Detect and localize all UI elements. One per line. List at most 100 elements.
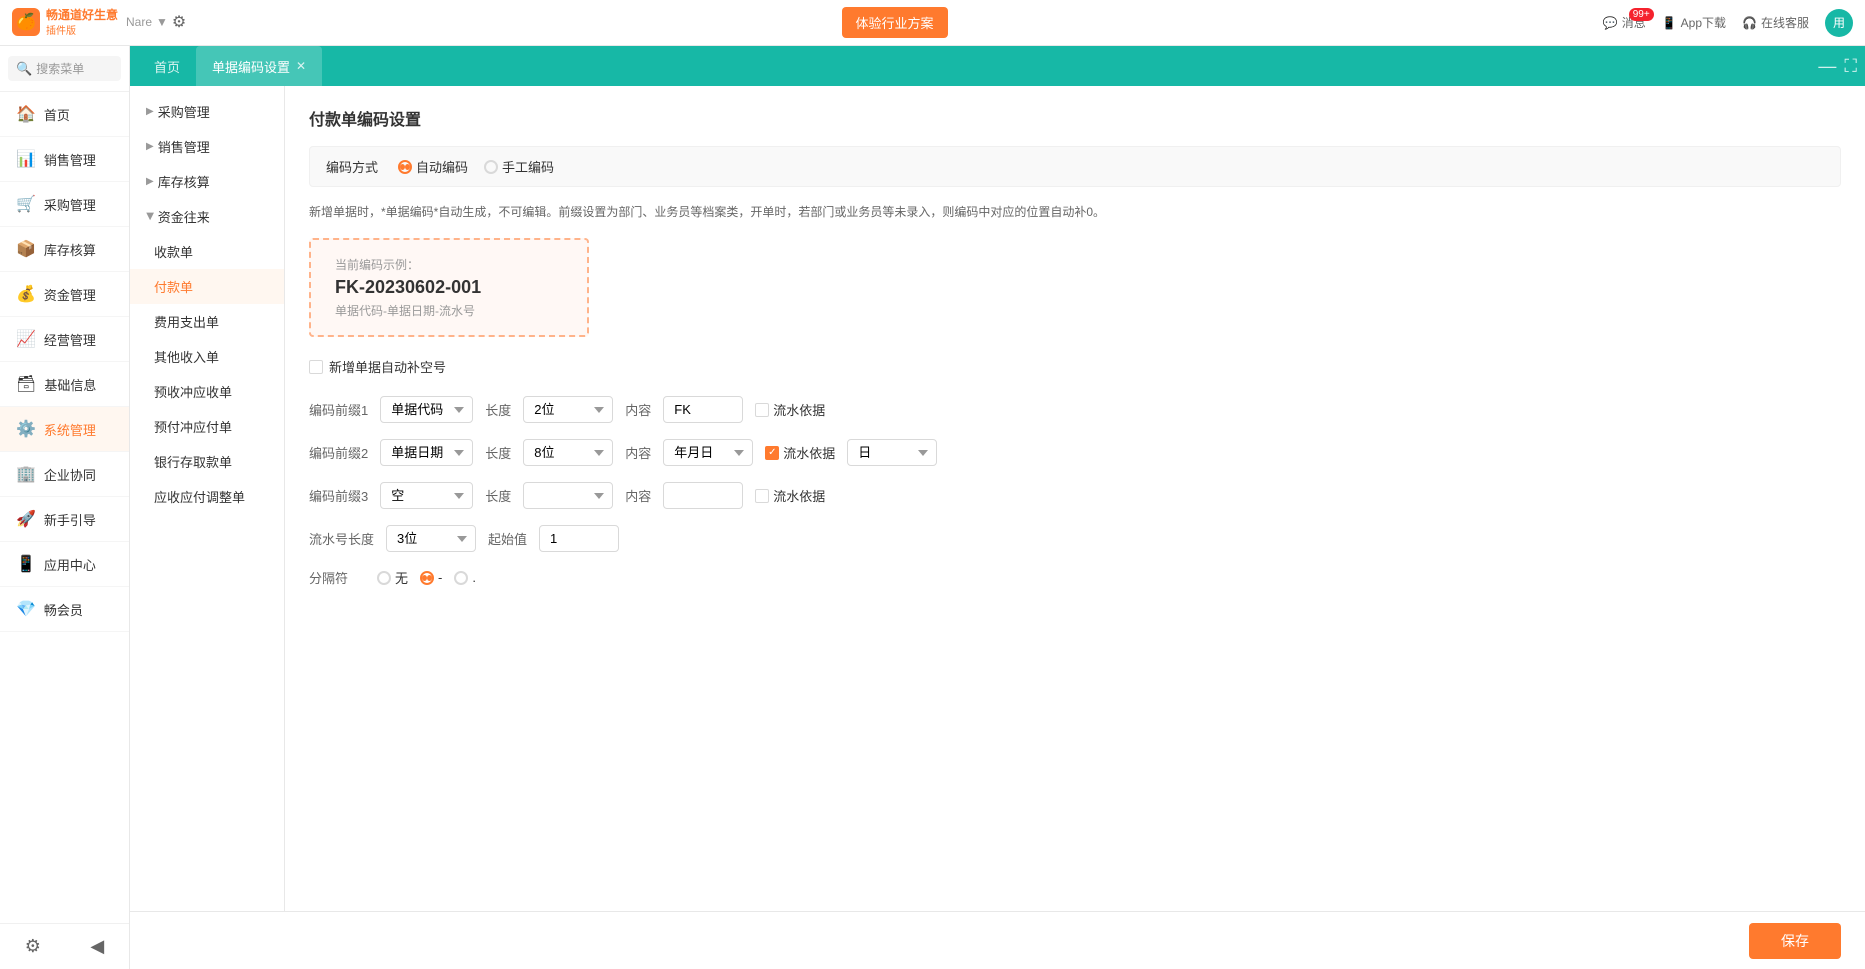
nav-chevron-icon[interactable]: ▼ — [156, 15, 168, 29]
prefix2-period-select[interactable]: 日 月 年 — [847, 439, 937, 466]
app-download-item[interactable]: 📱 App下载 — [1662, 14, 1726, 31]
sidebar-item-finance[interactable]: 💰 资金管理 — [0, 272, 129, 317]
avatar-icon: 用 — [1825, 9, 1853, 37]
tree-item-bank[interactable]: 银行存取款单 — [130, 444, 284, 479]
sidebar-item-system[interactable]: ⚙️ 系统管理 — [0, 407, 129, 452]
serial-length-select[interactable]: 3位 4位 5位 6位 — [386, 525, 476, 552]
separator-dash-option[interactable]: - — [420, 570, 442, 585]
tab-maximize-icon[interactable]: ⛶ — [1844, 56, 1857, 77]
prefix3-serial-label: 流水依据 — [773, 486, 825, 505]
auto-encode-label: 自动编码 — [416, 157, 468, 176]
code-preview-value: FK-20230602-001 — [335, 277, 563, 298]
separator-dot-option[interactable]: . — [454, 570, 476, 585]
online-service-item[interactable]: 🎧 在线客服 — [1742, 14, 1809, 31]
manual-encode-option[interactable]: 手工编码 — [484, 157, 554, 176]
separator-none-option[interactable]: 无 — [377, 568, 408, 587]
home-icon: 🏠 — [16, 104, 36, 124]
prefix1-content-input[interactable] — [663, 396, 743, 423]
prefix2-content-label: 内容 — [625, 443, 651, 462]
prefix2-serial-checkbox[interactable]: ✓ — [765, 446, 779, 460]
tab-encoding[interactable]: 单据编码设置 ✕ — [196, 46, 322, 86]
code-preview-desc: 单据代码-单据日期-流水号 — [335, 302, 563, 319]
tree-item-prepay-payable[interactable]: 预付冲应付单 — [130, 409, 284, 444]
sidebar-search-inner[interactable]: 🔍 搜索菜单 — [8, 56, 121, 81]
tree-item-ap-ar-adj[interactable]: 应收应付调整单 — [130, 479, 284, 514]
sidebar-item-guide[interactable]: 🚀 新手引导 — [0, 497, 129, 542]
tree-item-payment[interactable]: 付款单 — [130, 269, 284, 304]
manual-encode-radio[interactable] — [484, 160, 498, 174]
separator-dash-radio[interactable] — [420, 571, 434, 585]
prefix1-select[interactable]: 单据代码 单据日期 部门 业务员 空 — [380, 396, 473, 423]
auto-encode-radio[interactable] — [398, 160, 412, 174]
serial-length-label: 流水号长度 — [309, 529, 374, 548]
sidebar-item-label: 基础信息 — [44, 375, 96, 394]
sales-icon: 📊 — [16, 149, 36, 169]
message-item[interactable]: 💬 消息 99+ — [1603, 14, 1646, 31]
auto-fill-checkbox[interactable] — [309, 360, 323, 374]
form-area: 付款单编码设置 编码方式 自动编码 手工编码 — [285, 86, 1865, 911]
sidebar-item-purchase[interactable]: 🛒 采购管理 — [0, 182, 129, 227]
tree-item-label: 银行存取款单 — [154, 452, 232, 471]
settings-icon[interactable]: ⚙ — [172, 12, 186, 32]
separator-dot-radio[interactable] — [454, 571, 468, 585]
sidebar-items: 🏠 首页 📊 销售管理 🛒 采购管理 📦 库存核算 💰 资金管理 📈 经 — [0, 92, 129, 923]
prefix2-select[interactable]: 单据代码 单据日期 部门 业务员 空 — [380, 439, 473, 466]
logo-area: 🍊 畅通道好生意 插件版 — [12, 8, 118, 37]
tree-item-label: 资金往来 — [158, 207, 210, 226]
tree-item-inventory[interactable]: ▶ 库存核算 — [130, 164, 284, 199]
prefix3-select[interactable]: 单据代码 单据日期 部门 业务员 空 — [380, 482, 473, 509]
top-bar-center: 体验行业方案 — [842, 7, 948, 38]
sidebar-search[interactable]: 🔍 搜索菜单 — [0, 46, 129, 92]
start-value-input[interactable] — [539, 525, 619, 552]
tree-item-capital[interactable]: ▶ 资金往来 — [130, 199, 284, 234]
tree-item-prepay-receivable[interactable]: 预收冲应收单 — [130, 374, 284, 409]
tab-home-label: 首页 — [154, 57, 180, 76]
bottom-settings-icon[interactable]: ⚙ — [25, 936, 41, 957]
sidebar-item-business[interactable]: 📈 经营管理 — [0, 317, 129, 362]
main-layout: 🔍 搜索菜单 🏠 首页 📊 销售管理 🛒 采购管理 📦 库存核算 💰 — [0, 0, 1865, 969]
app-download-label: App下载 — [1681, 14, 1726, 31]
top-bar: 🍊 畅通道好生意 插件版 Nare ▼ ⚙ 体验行业方案 💬 消息 99+ 📱 … — [0, 0, 1865, 46]
auto-encode-option[interactable]: 自动编码 — [398, 157, 468, 176]
tree-item-label: 预收冲应收单 — [154, 382, 232, 401]
sidebar-item-inventory[interactable]: 📦 库存核算 — [0, 227, 129, 272]
prefix3-content-input[interactable] — [663, 482, 743, 509]
prefix1-label: 编码前缀1 — [309, 400, 368, 419]
tree-item-purchase[interactable]: ▶ 采购管理 — [130, 94, 284, 129]
sidebar: 🔍 搜索菜单 🏠 首页 📊 销售管理 🛒 采购管理 📦 库存核算 💰 — [0, 46, 130, 969]
separator-none-radio[interactable] — [377, 571, 391, 585]
page-content: ▶ 采购管理 ▶ 销售管理 ▶ 库存核算 ▶ 资金往来 收款单 — [130, 86, 1865, 911]
sidebar-item-apps[interactable]: 📱 应用中心 — [0, 542, 129, 587]
prefix1-length-select[interactable]: 2位 4位 6位 — [523, 396, 613, 423]
sidebar-item-home[interactable]: 🏠 首页 — [0, 92, 129, 137]
prefix2-serial-check[interactable]: ✓ 流水依据 — [765, 443, 835, 462]
separator-row: 分隔符 无 - . — [309, 568, 1841, 587]
save-button[interactable]: 保存 — [1749, 923, 1841, 959]
prefix2-length-select[interactable]: 4位 6位 8位 10位 — [523, 439, 613, 466]
prefix1-serial-checkbox[interactable] — [755, 403, 769, 417]
tab-home[interactable]: 首页 — [138, 46, 196, 86]
prefix3-serial-checkbox[interactable] — [755, 489, 769, 503]
tab-close-icon[interactable]: ✕ — [296, 59, 306, 73]
bottom-collapse-icon[interactable]: ◀ — [90, 936, 104, 957]
sidebar-item-vip[interactable]: 💎 畅会员 — [0, 587, 129, 632]
trial-button[interactable]: 体验行业方案 — [842, 7, 948, 38]
tree-arrow-icon: ▶ — [146, 106, 154, 117]
enterprise-icon: 🏢 — [16, 464, 36, 484]
prefix1-serial-check[interactable]: 流水依据 — [755, 400, 825, 419]
sidebar-item-enterprise[interactable]: 🏢 企业协同 — [0, 452, 129, 497]
sidebar-item-basic[interactable]: 🗃 基础信息 — [0, 362, 129, 407]
sidebar-item-sales[interactable]: 📊 销售管理 — [0, 137, 129, 182]
prefix2-content-select[interactable]: 年月日 年月 年 — [663, 439, 753, 466]
tab-minimize-icon[interactable]: — — [1818, 56, 1836, 77]
tab-encoding-label: 单据编码设置 — [212, 57, 290, 76]
tree-item-other-income[interactable]: 其他收入单 — [130, 339, 284, 374]
user-avatar[interactable]: 用 — [1825, 9, 1853, 37]
tree-item-sales[interactable]: ▶ 销售管理 — [130, 129, 284, 164]
prefix3-serial-check[interactable]: 流水依据 — [755, 486, 825, 505]
tree-item-receipt[interactable]: 收款单 — [130, 234, 284, 269]
prefix3-length-select[interactable] — [523, 482, 613, 509]
apps-icon: 📱 — [16, 554, 36, 574]
message-badge: 99+ — [1629, 8, 1654, 21]
tree-item-expense[interactable]: 费用支出单 — [130, 304, 284, 339]
